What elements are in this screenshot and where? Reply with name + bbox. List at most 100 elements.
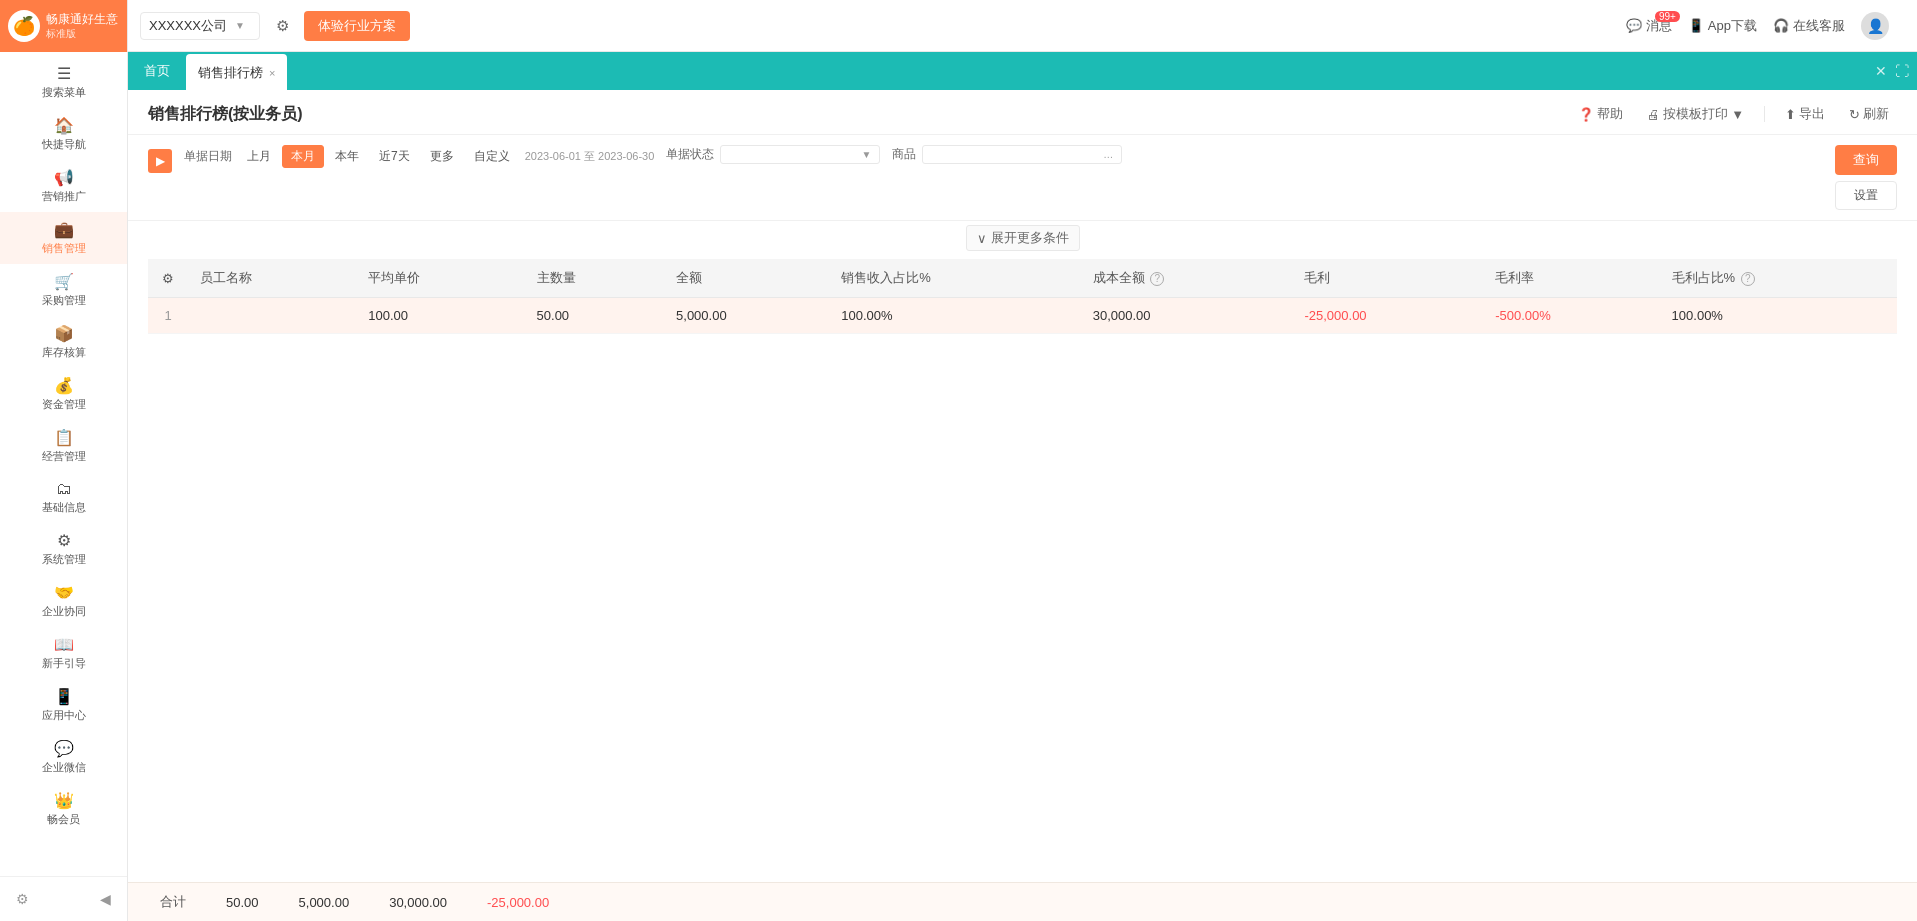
company-selector[interactable]: XXXXXX公司 ▼ [140, 12, 260, 40]
sidebar-item-basic[interactable]: 🗂 基础信息 [0, 472, 127, 523]
footer-cost: 30,000.00 [389, 895, 447, 910]
table-body: 1 100.00 50.00 5,000.00 100.00% 30,000.0… [148, 298, 1897, 334]
col-name: 员工名称 [188, 259, 356, 298]
settings-small-btn[interactable]: 设置 [1835, 181, 1897, 210]
topbar-settings-btn[interactable]: ⚙ [268, 12, 296, 40]
table-footer: 合计 50.00 5,000.00 30,000.00 -25,000.00 [128, 882, 1917, 921]
filter-bar: ▶ 单据日期 上月 本月 本年 近7天 更多 自定义 2023-06-01 至 … [128, 135, 1917, 221]
col-gross-pct: 毛利占比% ? [1660, 259, 1897, 298]
refresh-icon: ↻ [1849, 107, 1860, 122]
print-dropdown-icon: ▼ [1731, 107, 1744, 122]
footer-gross: -25,000.00 [487, 895, 549, 910]
page-title: 销售排行榜(按业务员) [148, 104, 303, 125]
sidebar-item-wechat[interactable]: 💬 企业微信 [0, 731, 127, 783]
sidebar-item-system[interactable]: ⚙ 系统管理 [0, 523, 127, 575]
search-icon: ☰ [57, 64, 71, 83]
avatar[interactable]: 👤 [1861, 12, 1889, 40]
refresh-label: 刷新 [1863, 105, 1889, 123]
sidebar-item-inventory[interactable]: 📦 库存核算 [0, 316, 127, 368]
gross-pct-info-icon: ? [1741, 272, 1755, 286]
cell-gross-rate: -500.00% [1483, 298, 1659, 334]
sidebar-item-enterprise[interactable]: 🤝 企业协同 [0, 575, 127, 627]
footer-amount: 5,000.00 [299, 895, 350, 910]
tabbar-fullscreen-btn[interactable]: ⛶ [1895, 63, 1909, 79]
message-icon: 💬 [1626, 18, 1642, 33]
tab-close-btn[interactable]: × [269, 67, 275, 79]
date-range-display: 2023-06-01 至 2023-06-30 [525, 149, 655, 164]
query-btn[interactable]: 查询 [1835, 145, 1897, 175]
cell-sales-pct: 100.00% [829, 298, 1080, 334]
tab-home[interactable]: 首页 [128, 52, 186, 90]
cell-index: 1 [148, 298, 188, 334]
tabbar-close-all-btn[interactable]: ✕ [1875, 63, 1887, 79]
sidebar-item-shortcut[interactable]: 🏠 快捷导航 [0, 108, 127, 160]
enterprise-icon: 🤝 [54, 583, 74, 602]
help-btn[interactable]: ❓ 帮助 [1570, 102, 1631, 126]
cell-name [188, 298, 356, 334]
goods-select[interactable]: … [922, 145, 1122, 164]
app-download-label: App下载 [1708, 17, 1757, 35]
cell-gross-pct: 100.00% [1660, 298, 1897, 334]
date-filter-label: 单据日期 [184, 148, 232, 165]
date-filter-group: 单据日期 上月 本月 本年 近7天 更多 自定义 2023-06-01 至 20… [184, 145, 654, 168]
logo-icon: 🍊 [8, 10, 40, 42]
expand-more-btn[interactable]: ∨ 展开更多条件 [966, 225, 1080, 251]
date-curr-btn[interactable]: 本月 [282, 145, 324, 168]
date-prev-btn[interactable]: 上月 [238, 145, 280, 168]
tab-active-label: 销售排行榜 [198, 64, 263, 82]
col-settings[interactable]: ⚙ [148, 259, 188, 298]
date-year-btn[interactable]: 本年 [326, 145, 368, 168]
export-icon: ⬆ [1785, 107, 1796, 122]
expand-more-label: 展开更多条件 [991, 229, 1069, 247]
col-gross-rate: 毛利率 [1483, 259, 1659, 298]
sidebar-item-marketing[interactable]: 📢 营销推广 [0, 160, 127, 212]
table-wrapper: ⚙ 员工名称 平均单价 主数量 全额 [128, 259, 1917, 882]
message-badge: 99+ [1655, 11, 1680, 22]
sidebar-item-search[interactable]: ☰ 搜索菜单 [0, 56, 127, 108]
tab-active[interactable]: 销售排行榜 × [186, 54, 287, 92]
status-select[interactable]: ▼ [720, 145, 880, 164]
filter-expand-icon-btn[interactable]: ▶ [148, 149, 172, 173]
sidebar-item-member[interactable]: 👑 畅会员 [0, 783, 127, 835]
sidebar-item-appstore[interactable]: 📱 应用中心 [0, 679, 127, 731]
sidebar-settings-btn[interactable]: ⚙ [8, 885, 36, 913]
refresh-btn[interactable]: ↻ 刷新 [1841, 102, 1897, 126]
inventory-icon: 📦 [54, 324, 74, 343]
cell-avg-price: 100.00 [356, 298, 524, 334]
operations-icon: 📋 [54, 428, 74, 447]
try-industry-btn[interactable]: 体验行业方案 [304, 11, 410, 41]
guide-icon: 📖 [54, 635, 74, 654]
main-area: XXXXXX公司 ▼ ⚙ 体验行业方案 💬 消息 99+ 📱 App下载 🎧 在… [128, 0, 1917, 921]
date-7days-btn[interactable]: 近7天 [370, 145, 419, 168]
online-service-btn[interactable]: 🎧 在线客服 [1773, 17, 1845, 35]
topbar: XXXXXX公司 ▼ ⚙ 体验行业方案 💬 消息 99+ 📱 App下载 🎧 在… [128, 0, 1917, 52]
app-download-btn[interactable]: 📱 App下载 [1688, 17, 1757, 35]
goods-filter-label: 商品 [892, 146, 916, 163]
service-icon: 🎧 [1773, 18, 1789, 33]
logo-text-block: 畅康通好生意 标准版 [46, 12, 118, 41]
sidebar-collapse-btn[interactable]: ◀ [91, 885, 119, 913]
sidebar-item-purchase[interactable]: 🛒 采购管理 [0, 264, 127, 316]
print-label: 按模板打印 [1663, 105, 1728, 123]
export-btn[interactable]: ⬆ 导出 [1777, 102, 1833, 126]
divider1 [1764, 106, 1765, 122]
sidebar-item-guide[interactable]: 📖 新手引导 [0, 627, 127, 679]
content-area: 销售排行榜(按业务员) ❓ 帮助 🖨 按模板打印 ▼ ⬆ 导出 ↻ [128, 90, 1917, 921]
footer-sum-label: 合计 [160, 893, 186, 911]
marketing-icon: 📢 [54, 168, 74, 187]
basic-icon: 🗂 [56, 480, 72, 498]
sidebar-item-sales[interactable]: 💼 销售管理 [0, 212, 127, 264]
sidebar-item-operations[interactable]: 📋 经营管理 [0, 420, 127, 472]
status-filter-group: 单据状态 ▼ [666, 145, 880, 164]
date-custom-btn[interactable]: 自定义 [465, 145, 519, 168]
sidebar-item-finance[interactable]: 💰 资金管理 [0, 368, 127, 420]
topbar-right: 💬 消息 99+ 📱 App下载 🎧 在线客服 👤 [1626, 12, 1905, 40]
table-row: 1 100.00 50.00 5,000.00 100.00% 30,000.0… [148, 298, 1897, 334]
sidebar-footer: ⚙ ◀ [0, 876, 127, 921]
topbar-message-btn[interactable]: 💬 消息 99+ [1626, 17, 1672, 35]
cost-info-icon: ? [1150, 272, 1164, 286]
date-more-btn[interactable]: 更多 [421, 145, 463, 168]
col-amount: 全额 [664, 259, 829, 298]
company-name: XXXXXX公司 [149, 17, 227, 35]
print-btn[interactable]: 🖨 按模板打印 ▼ [1639, 102, 1752, 126]
